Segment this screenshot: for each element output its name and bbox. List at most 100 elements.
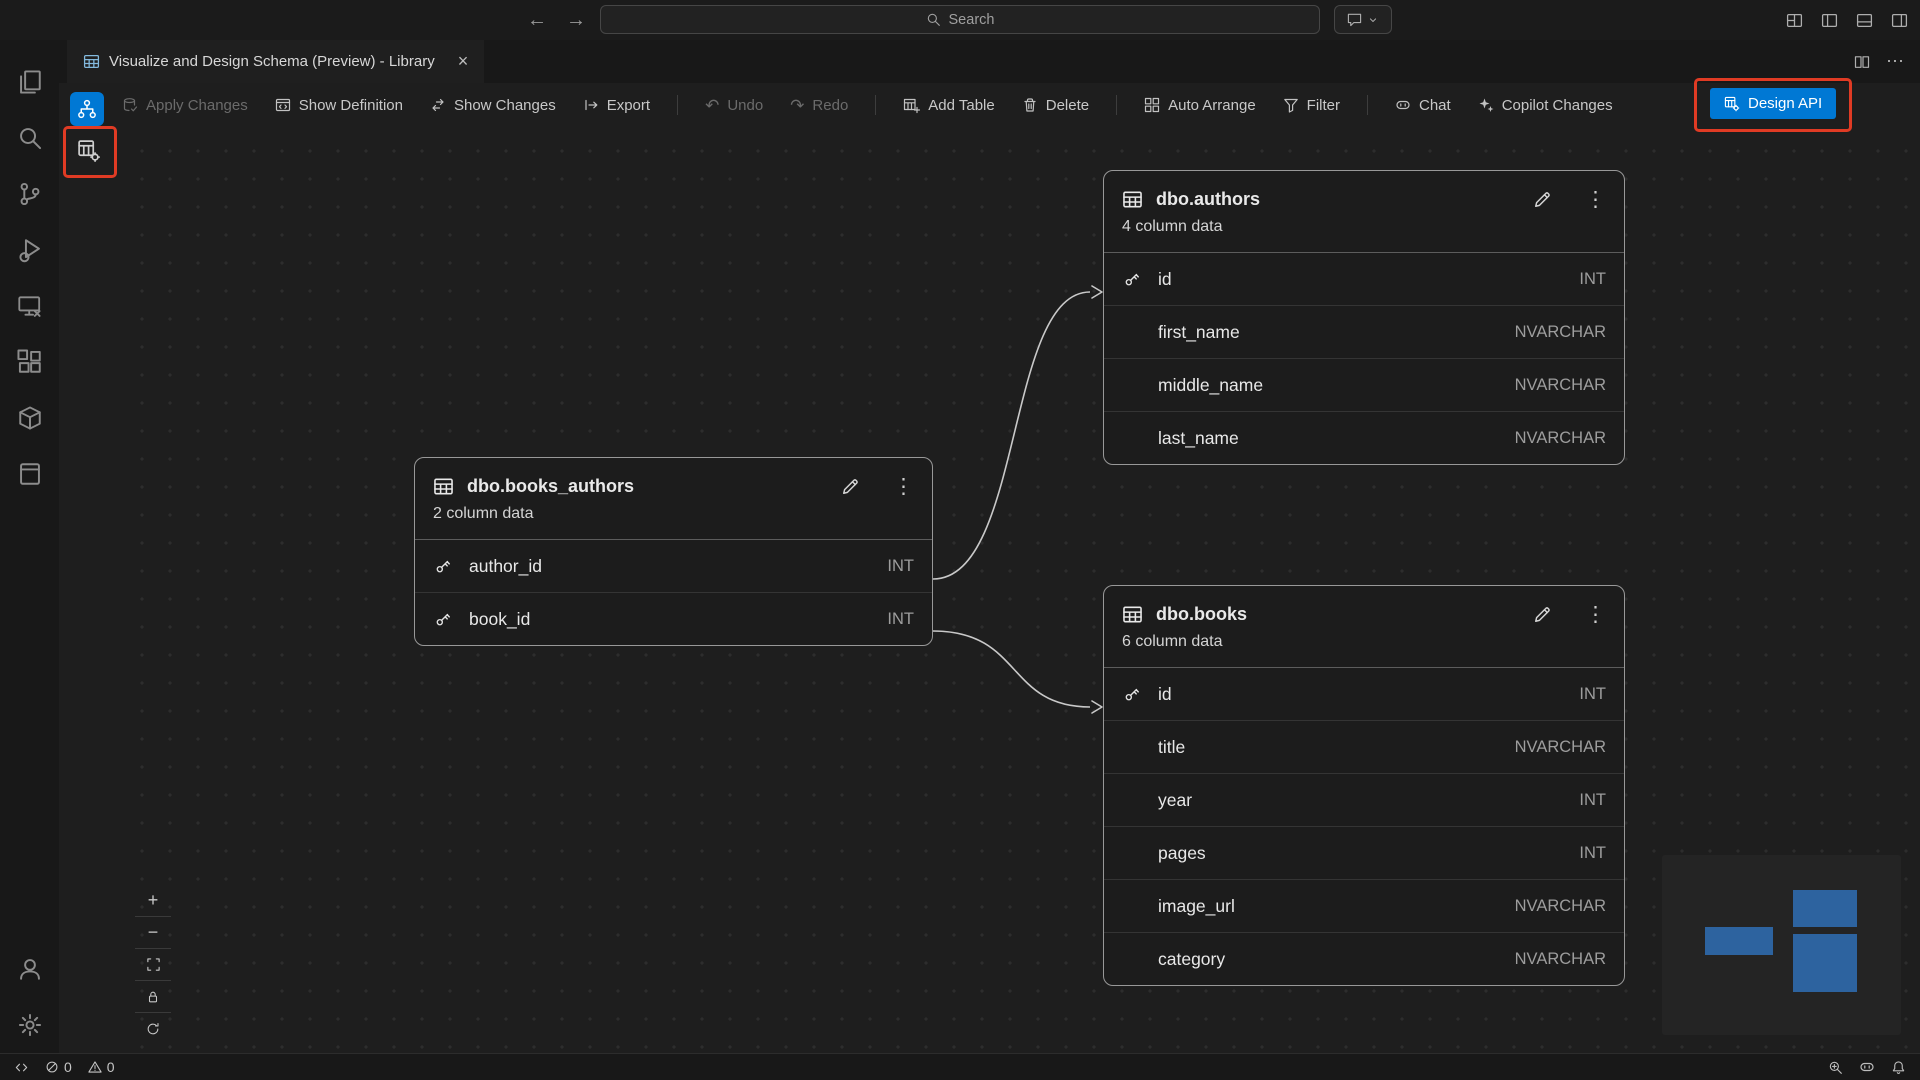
apply-changes-button[interactable]: Apply Changes xyxy=(122,97,248,114)
annotation-box-design-api xyxy=(1694,78,1852,132)
table-subtitle: 6 column data xyxy=(1104,629,1624,668)
add-table-button[interactable]: Add Table xyxy=(903,97,994,114)
column-row[interactable]: author_id INT xyxy=(415,540,932,592)
chat-icon xyxy=(1347,12,1362,27)
table-subtitle: 2 column data xyxy=(415,501,932,540)
tab-close-icon[interactable]: × xyxy=(458,51,469,72)
column-type: NVARCHAR xyxy=(1515,376,1606,395)
column-type: INT xyxy=(1579,791,1606,810)
customize-layout-icon[interactable] xyxy=(1786,12,1803,29)
column-row[interactable]: middle_name NVARCHAR xyxy=(1104,358,1624,411)
toggle-panel-icon[interactable] xyxy=(1856,12,1873,29)
table-header: dbo.books_authors ⋮ xyxy=(415,458,932,501)
redo-icon: ↷ xyxy=(790,97,804,114)
auto-arrange-button[interactable]: Auto Arrange xyxy=(1144,97,1256,114)
table-card-books-authors[interactable]: dbo.books_authors ⋮ 2 column data author… xyxy=(414,457,933,646)
copilot-changes-button[interactable]: Copilot Changes xyxy=(1478,97,1613,114)
edit-table-icon[interactable] xyxy=(1532,605,1552,625)
extensions-icon[interactable] xyxy=(6,334,54,390)
zoom-out-button[interactable]: − xyxy=(135,917,171,949)
error-count: 0 xyxy=(64,1059,72,1075)
column-type: NVARCHAR xyxy=(1515,897,1606,916)
primary-key-icon xyxy=(1122,685,1158,704)
show-changes-button[interactable]: Show Changes xyxy=(430,97,556,114)
column-name: pages xyxy=(1158,843,1206,864)
table-header: dbo.authors ⋮ xyxy=(1104,171,1624,214)
table-menu-icon[interactable]: ⋮ xyxy=(1585,604,1606,625)
table-name: dbo.books xyxy=(1156,604,1247,625)
export-button[interactable]: Export xyxy=(583,97,650,114)
split-editor-icon[interactable] xyxy=(1854,54,1870,70)
problems-warnings[interactable]: 0 xyxy=(88,1059,115,1075)
column-name: id xyxy=(1158,684,1172,705)
column-row[interactable]: id INT xyxy=(1104,668,1624,720)
delete-button[interactable]: Delete xyxy=(1022,97,1089,114)
nav-forward-button[interactable]: → xyxy=(566,0,586,40)
column-row[interactable]: pages INT xyxy=(1104,826,1624,879)
column-row[interactable]: image_url NVARCHAR xyxy=(1104,879,1624,932)
command-center-search[interactable]: Search xyxy=(600,5,1320,34)
more-actions-icon[interactable]: ⋯ xyxy=(1886,51,1904,72)
app-window: ← → Search Visualize and Design Schema (… xyxy=(0,0,1920,1080)
annotation-box-table-designer xyxy=(63,126,117,178)
search-activity-icon[interactable] xyxy=(6,110,54,166)
toggle-secondary-sidebar-icon[interactable] xyxy=(1891,12,1908,29)
database-viewer-icon[interactable] xyxy=(6,390,54,446)
problems-errors[interactable]: 0 xyxy=(45,1059,72,1075)
copilot-status-icon[interactable] xyxy=(1859,1059,1875,1075)
table-menu-icon[interactable]: ⋮ xyxy=(893,476,914,497)
redo-button[interactable]: ↷ Redo xyxy=(790,97,848,114)
database-projects-icon[interactable] xyxy=(6,446,54,502)
column-row[interactable]: category NVARCHAR xyxy=(1104,932,1624,985)
column-row[interactable]: year INT xyxy=(1104,773,1624,826)
edit-table-icon[interactable] xyxy=(840,477,860,497)
nav-back-button[interactable]: ← xyxy=(527,0,547,40)
warning-icon xyxy=(88,1060,102,1074)
schema-canvas[interactable]: dbo.books_authors ⋮ 2 column data author… xyxy=(118,127,1920,1053)
column-row[interactable]: first_name NVARCHAR xyxy=(1104,305,1624,358)
primary-key-icon xyxy=(433,557,469,576)
source-control-icon[interactable] xyxy=(6,166,54,222)
table-card-books[interactable]: dbo.books ⋮ 6 column data id INT title N… xyxy=(1103,585,1625,986)
explorer-icon[interactable] xyxy=(6,54,54,110)
show-definition-button[interactable]: Show Definition xyxy=(275,97,403,114)
table-card-authors[interactable]: dbo.authors ⋮ 4 column data id INT first… xyxy=(1103,170,1625,465)
notifications-bell-icon[interactable] xyxy=(1891,1060,1906,1075)
toggle-primary-sidebar-icon[interactable] xyxy=(1821,12,1838,29)
chat-button[interactable]: Chat xyxy=(1395,97,1451,114)
tab-visualize-design-schema[interactable]: Visualize and Design Schema (Preview) - … xyxy=(67,40,484,83)
column-type: NVARCHAR xyxy=(1515,429,1606,448)
chevron-down-icon xyxy=(1367,14,1379,26)
statusbar-left: 0 0 xyxy=(0,1059,115,1075)
column-row[interactable]: id INT xyxy=(1104,253,1624,305)
titlebar-layout-controls xyxy=(1786,0,1908,40)
schema-view-button[interactable] xyxy=(70,92,104,126)
column-type: NVARCHAR xyxy=(1515,738,1606,757)
column-row[interactable]: title NVARCHAR xyxy=(1104,720,1624,773)
column-name: id xyxy=(1158,269,1172,290)
table-menu-icon[interactable]: ⋮ xyxy=(1585,189,1606,210)
undo-button[interactable]: ↶ Undo xyxy=(705,97,763,114)
column-row[interactable]: last_name NVARCHAR xyxy=(1104,411,1624,464)
column-name: category xyxy=(1158,949,1225,970)
search-label: Search xyxy=(949,12,995,28)
copilot-chat-dropdown[interactable] xyxy=(1334,5,1392,34)
settings-gear-icon[interactable] xyxy=(6,997,54,1053)
remote-explorer-icon[interactable] xyxy=(6,278,54,334)
column-type: NVARCHAR xyxy=(1515,323,1606,342)
lock-canvas-button[interactable] xyxy=(135,981,171,1013)
accounts-icon[interactable] xyxy=(6,941,54,997)
refresh-button[interactable] xyxy=(135,1013,171,1044)
run-debug-icon[interactable] xyxy=(6,222,54,278)
edit-table-icon[interactable] xyxy=(1532,190,1552,210)
minimap[interactable] xyxy=(1662,855,1901,1035)
tabbar-actions: ⋯ xyxy=(1854,40,1904,83)
zoom-in-button[interactable]: + xyxy=(135,885,171,917)
column-row[interactable]: book_id INT xyxy=(415,592,932,645)
zoom-status-icon[interactable] xyxy=(1828,1060,1843,1075)
column-type: INT xyxy=(1579,844,1606,863)
table-name: dbo.authors xyxy=(1156,189,1260,210)
remote-indicator-icon[interactable] xyxy=(14,1060,29,1075)
filter-button[interactable]: Filter xyxy=(1283,97,1340,114)
fit-to-screen-button[interactable] xyxy=(135,949,171,981)
